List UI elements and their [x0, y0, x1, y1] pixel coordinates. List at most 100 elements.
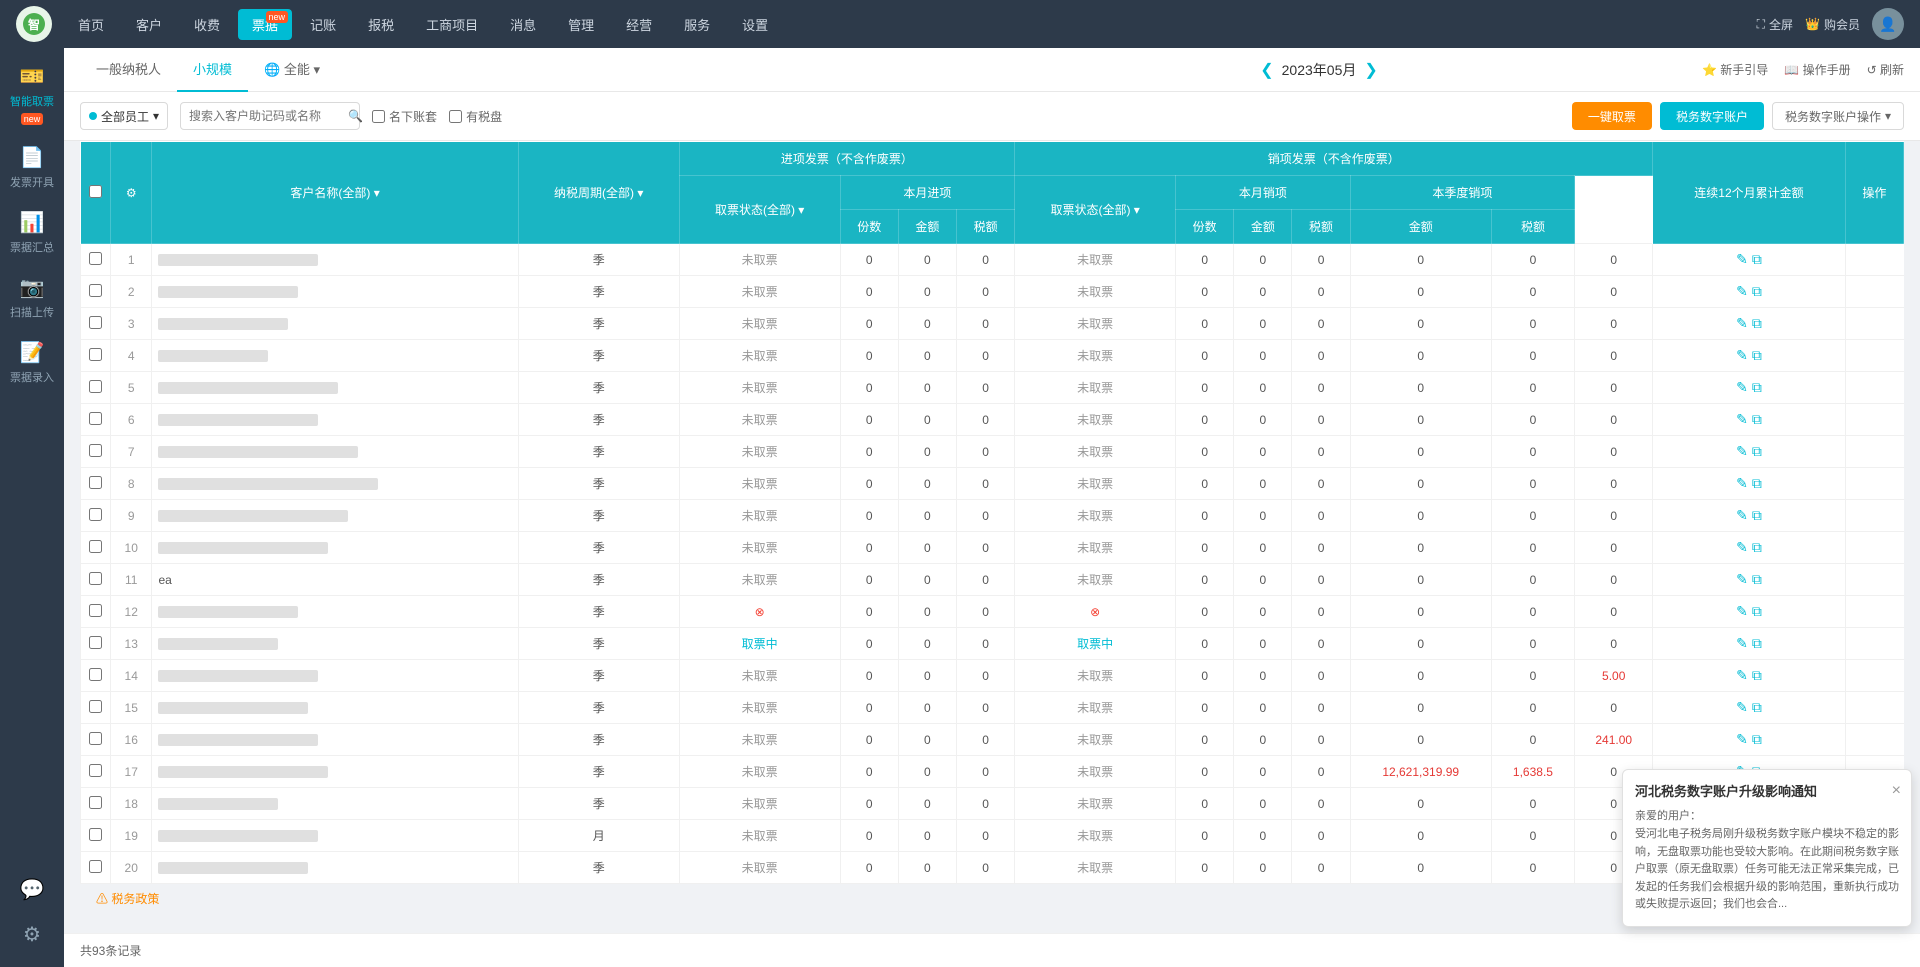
row-checkbox[interactable]	[89, 444, 102, 457]
edit-icon[interactable]: ✎	[1736, 699, 1748, 715]
nav-customer[interactable]: 客户	[122, 9, 176, 40]
row-checkbox[interactable]	[89, 508, 102, 521]
manual-link[interactable]: 📖 操作手册	[1784, 61, 1850, 78]
row-checkbox[interactable]	[89, 316, 102, 329]
copy-icon[interactable]: ⧉	[1752, 315, 1762, 331]
copy-icon[interactable]: ⧉	[1752, 283, 1762, 299]
row-checkbox[interactable]	[89, 860, 102, 873]
refresh-button[interactable]: ↺ 刷新	[1867, 61, 1904, 78]
table-cell: 0	[956, 660, 1014, 692]
fullscreen-button[interactable]: ⛶ 全屏	[1757, 16, 1793, 33]
row-checkbox[interactable]	[89, 476, 102, 489]
copy-icon[interactable]: ⧉	[1752, 475, 1762, 491]
copy-icon[interactable]: ⧉	[1752, 507, 1762, 523]
row-checkbox[interactable]	[89, 828, 102, 841]
one-click-ticket-button[interactable]: 一键取票	[1572, 102, 1652, 130]
checkbox-own-accounts[interactable]: 名下账套	[372, 108, 437, 125]
edit-icon[interactable]: ✎	[1736, 507, 1748, 523]
q-amount: 0	[1417, 413, 1424, 427]
employee-filter[interactable]: 全部员工 ▾	[80, 102, 168, 130]
edit-icon[interactable]: ✎	[1736, 379, 1748, 395]
edit-icon[interactable]: ✎	[1736, 347, 1748, 363]
row-checkbox[interactable]	[89, 636, 102, 649]
copy-icon[interactable]: ⧉	[1752, 603, 1762, 619]
nav-business[interactable]: 工商项目	[412, 9, 492, 40]
guide-link[interactable]: ⭐ 新手引导	[1702, 61, 1768, 78]
copy-icon[interactable]: ⧉	[1752, 411, 1762, 427]
copy-icon[interactable]: ⧉	[1752, 731, 1762, 747]
edit-icon[interactable]: ✎	[1736, 475, 1748, 491]
edit-icon[interactable]: ✎	[1736, 283, 1748, 299]
next-month-button[interactable]: ❯	[1364, 60, 1377, 80]
nav-fee[interactable]: 收费	[180, 9, 234, 40]
nav-bookkeeping[interactable]: 记账	[296, 9, 350, 40]
edit-icon[interactable]: ✎	[1736, 635, 1748, 651]
row-checkbox[interactable]	[89, 764, 102, 777]
sidebar-item-smart-ticket[interactable]: 🎫 智能取票 new	[4, 56, 60, 133]
tab-all-capable[interactable]: 🌐 全能 ▾	[248, 48, 336, 92]
tax-digital-account-ops-button[interactable]: 税务数字账户操作 ▾	[1772, 102, 1904, 130]
checkbox-has-taxpad[interactable]: 有税盘	[449, 108, 502, 125]
row-number: 12	[125, 605, 138, 619]
edit-icon[interactable]: ✎	[1736, 731, 1748, 747]
cum-amount: 0	[1610, 701, 1617, 715]
row-checkbox[interactable]	[89, 252, 102, 265]
own-accounts-checkbox[interactable]	[372, 110, 385, 123]
sidebar-item-chat[interactable]: 💬	[4, 869, 60, 910]
member-button[interactable]: 👑 购会员	[1805, 16, 1860, 33]
nav-tax[interactable]: 报税	[354, 9, 408, 40]
sidebar-item-invoice-summary[interactable]: 📊 票据汇总	[4, 202, 60, 263]
copy-icon[interactable]: ⧉	[1752, 347, 1762, 363]
sidebar-item-scan-upload[interactable]: 📷 扫描上传	[4, 267, 60, 328]
copy-icon[interactable]: ⧉	[1752, 443, 1762, 459]
row-checkbox[interactable]	[89, 380, 102, 393]
select-all-checkbox[interactable]	[89, 185, 102, 198]
row-checkbox[interactable]	[89, 700, 102, 713]
tab-small-scale[interactable]: 小规模	[177, 48, 248, 92]
edit-icon[interactable]: ✎	[1736, 603, 1748, 619]
row-checkbox[interactable]	[89, 668, 102, 681]
row-checkbox[interactable]	[89, 572, 102, 585]
tax-digital-account-button[interactable]: 税务数字账户	[1660, 102, 1764, 130]
sidebar-item-invoice-open[interactable]: 📄 发票开具	[4, 137, 60, 198]
search-input[interactable]	[189, 109, 344, 123]
edit-icon[interactable]: ✎	[1736, 315, 1748, 331]
taxpad-checkbox[interactable]	[449, 110, 462, 123]
row-checkbox[interactable]	[89, 796, 102, 809]
edit-icon[interactable]: ✎	[1736, 251, 1748, 267]
copy-icon[interactable]: ⧉	[1752, 539, 1762, 555]
nav-invoice[interactable]: 票据 new	[238, 9, 292, 40]
nav-manage[interactable]: 管理	[554, 9, 608, 40]
copy-icon[interactable]: ⧉	[1752, 635, 1762, 651]
copy-icon[interactable]: ⧉	[1752, 667, 1762, 683]
edit-icon[interactable]: ✎	[1736, 443, 1748, 459]
sidebar-item-config[interactable]: ⚙	[4, 914, 60, 955]
row-checkbox[interactable]	[89, 540, 102, 553]
user-avatar[interactable]: 👤	[1872, 8, 1904, 40]
copy-icon[interactable]: ⧉	[1752, 699, 1762, 715]
tab-general-taxpayer[interactable]: 一般纳税人	[80, 48, 177, 92]
nav-message[interactable]: 消息	[496, 9, 550, 40]
nav-service[interactable]: 服务	[670, 9, 724, 40]
table-cell: 季	[518, 852, 679, 884]
row-checkbox[interactable]	[89, 604, 102, 617]
row-checkbox[interactable]	[89, 348, 102, 361]
nav-home[interactable]: 首页	[64, 9, 118, 40]
edit-icon[interactable]: ✎	[1736, 667, 1748, 683]
notification-close-button[interactable]: ×	[1892, 778, 1901, 804]
search-box[interactable]: 🔍	[180, 102, 360, 130]
edit-icon[interactable]: ✎	[1736, 411, 1748, 427]
copy-icon[interactable]: ⧉	[1752, 571, 1762, 587]
row-checkbox[interactable]	[89, 412, 102, 425]
edit-icon[interactable]: ✎	[1736, 539, 1748, 555]
nav-operate[interactable]: 经营	[612, 9, 666, 40]
nav-settings[interactable]: 设置	[728, 9, 782, 40]
sidebar-new-badge: new	[21, 113, 44, 125]
row-checkbox[interactable]	[89, 284, 102, 297]
sidebar-item-invoice-entry[interactable]: 📝 票据录入	[4, 332, 60, 393]
copy-icon[interactable]: ⧉	[1752, 379, 1762, 395]
edit-icon[interactable]: ✎	[1736, 571, 1748, 587]
copy-icon[interactable]: ⧉	[1752, 251, 1762, 267]
row-checkbox[interactable]	[89, 732, 102, 745]
prev-month-button[interactable]: ❮	[1260, 60, 1273, 80]
